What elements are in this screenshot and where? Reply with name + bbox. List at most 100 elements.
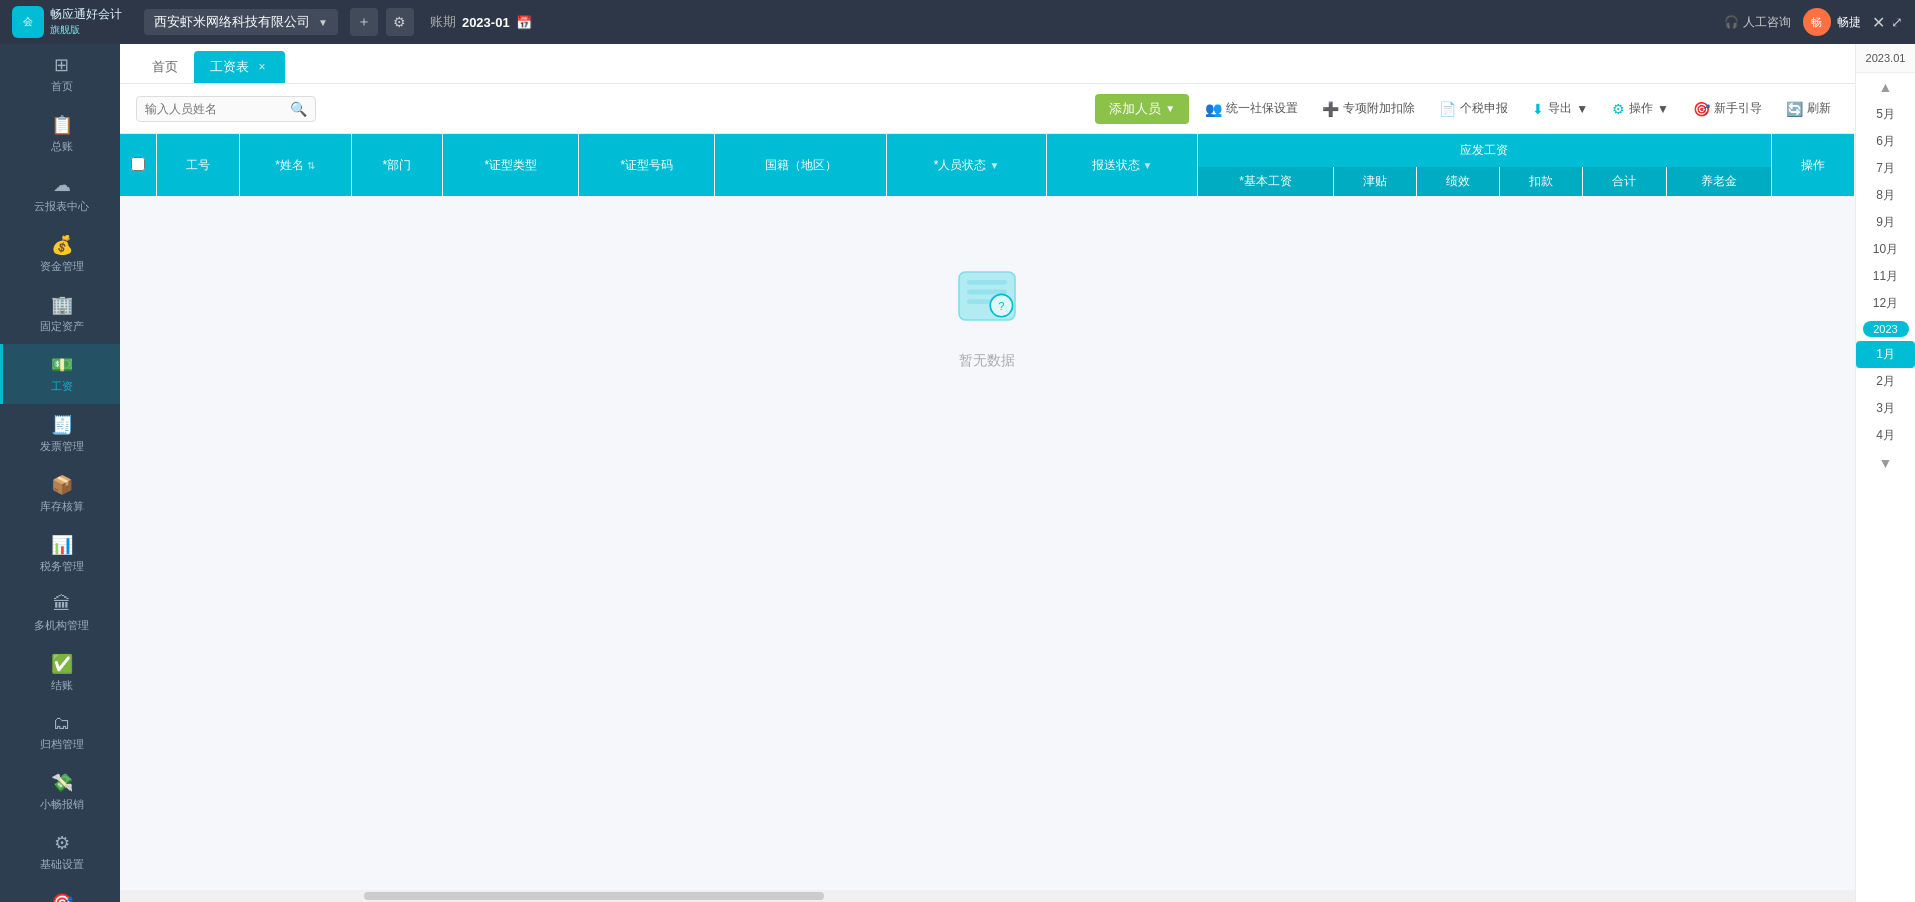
tax-label: 个税申报 [1460,100,1508,117]
sidebar-item-1[interactable]: 📋总账 [0,104,120,164]
tab-bar: 首页 工资表 × [120,44,1855,84]
sidebar-label-2: 云报表中心 [34,199,89,214]
tab-salary-label: 工资表 [210,58,249,76]
sidebar-item-2[interactable]: ☁ 云报表中心 [0,164,120,224]
svg-rect-3 [967,299,991,304]
select-all-checkbox[interactable] [131,157,145,171]
add-person-button[interactable]: 添加人员 ▼ [1095,94,1189,124]
th-status: *人员状态 ▼ [887,134,1047,196]
sidebar-item-6[interactable]: 🧾 发票管理 [0,404,120,464]
salary-table: 工号 *姓名 ⇅ *部门 *证型类型 *证型号码 国籍（地区） [120,134,1855,430]
sidebar-icon-2: ☁ [53,174,71,196]
month-2023-4[interactable]: 4月 [1856,422,1915,449]
tab-salary-close[interactable]: × [255,60,269,74]
tab-salary[interactable]: 工资表 × [194,51,285,83]
sidebar-item-9[interactable]: 🏛多机构管理 [0,584,120,643]
window-close-btn[interactable]: ✕ [1872,13,1885,32]
deduction-label: 专项附加扣除 [1343,100,1415,117]
bottom-scrollbar[interactable] [120,890,1855,902]
sidebar-item-3[interactable]: 💰资金管理 [0,224,120,284]
export-btn[interactable]: ⬇ 导出 ▼ [1524,96,1596,121]
sidebar-label-9: 多机构管理 [34,618,89,633]
support-button[interactable]: 🎧 人工咨询 [1724,14,1791,31]
op-icon: ⚙ [1612,101,1625,117]
sidebar-icon-13: ⚙ [54,832,70,854]
sidebar-item-0[interactable]: ⊞首页 [0,44,120,104]
th-checkbox [120,134,156,196]
sidebar-icon-12: 💸 [51,772,73,794]
submit-filter-icon[interactable]: ▼ [1143,160,1153,171]
tab-home[interactable]: 首页 [136,51,194,83]
company-selector[interactable]: 西安虾米网络科技有限公司 ▼ [144,9,338,35]
sidebar-item-4[interactable]: 🏢固定资产 [0,284,120,344]
op-arrow: ▼ [1657,102,1669,116]
month-nav-up[interactable]: ▲ [1872,77,1900,97]
sidebar-item-13[interactable]: ⚙基础设置 [0,822,120,882]
th-idno: *证型号码 [579,134,715,196]
period-calendar-icon[interactable]: 📅 [516,15,532,30]
sidebar-item-10[interactable]: ✅结账 [0,643,120,703]
scrollbar-thumb[interactable] [364,892,824,900]
sidebar-item-11[interactable]: 🗂归档管理 [0,703,120,762]
search-icon[interactable]: 🔍 [290,101,307,117]
name-sort-icon[interactable]: ⇅ [307,160,315,171]
th-dept: *部门 [351,134,443,196]
th-status-label: *人员状态 [934,157,987,174]
month-2023-3[interactable]: 3月 [1856,395,1915,422]
logo-area: 会 畅应通好会计 旗舰版 [12,6,132,38]
th-total: 合计 [1583,167,1666,196]
sidebar-icon-7: 📦 [51,474,73,496]
month-2022-7[interactable]: 7月 [1856,155,1915,182]
add-button[interactable]: ＋ [350,8,378,36]
month-2022-5[interactable]: 5月 [1856,101,1915,128]
th-name-label: *姓名 [275,157,304,174]
sidebar-item-12[interactable]: 💸小畅报销 [0,762,120,822]
month-2023-2[interactable]: 2月 [1856,368,1915,395]
sidebar-item-14[interactable]: 🎯新手引导 [0,882,120,902]
special-deduction-btn[interactable]: ➕ 专项附加扣除 [1314,96,1423,121]
sidebar-label-1: 总账 [51,139,73,154]
period-label: 账期 [430,13,456,31]
search-input[interactable] [145,102,284,116]
month-2022-9[interactable]: 9月 [1856,209,1915,236]
guide-btn[interactable]: 🎯 新手引导 [1685,96,1770,121]
th-nationality: 国籍（地区） [715,134,887,196]
month-nav-down[interactable]: ▼ [1872,453,1900,473]
main-layout: ⊞首页📋总账 ☁ 云报表中心 💰资金管理🏢固定资产💵工资 🧾 发票管理 📦 库存核算 📊税务管理… [0,44,1915,902]
th-deduction: 扣款 [1500,167,1583,196]
guide-icon: 🎯 [1693,101,1710,117]
table-wrap: 工号 *姓名 ⇅ *部门 *证型类型 *证型号码 国籍（地区） [120,134,1855,890]
month-2022-8[interactable]: 8月 [1856,182,1915,209]
th-submit-label: 报送状态 [1092,157,1140,174]
period-value: 2023-01 [462,15,510,30]
sidebar-label-6: 发票管理 [40,439,84,454]
tax-report-btn[interactable]: 📄 个税申报 [1431,96,1516,121]
status-filter-icon[interactable]: ▼ [989,160,999,171]
sidebar-item-7[interactable]: 📦 库存核算 [0,464,120,524]
search-wrap: 🔍 [136,96,316,122]
month-2022-10[interactable]: 10月 [1856,236,1915,263]
add-person-arrow: ▼ [1165,103,1175,114]
year-2023-badge: 2023 [1863,321,1909,337]
sidebar-icon-6: 🧾 [51,414,73,436]
sidebar-label-4: 固定资产 [40,319,84,334]
logo-text: 畅应通好会计 旗舰版 [50,7,122,37]
guide-label: 新手引导 [1714,100,1762,117]
month-2022-11[interactable]: 11月 [1856,263,1915,290]
month-2023-1[interactable]: 1月 [1856,341,1915,368]
refresh-btn[interactable]: 🔄 刷新 [1778,96,1839,121]
th-jobno: 工号 [156,134,239,196]
month-2022-6[interactable]: 6月 [1856,128,1915,155]
sidebar-label-7: 库存核算 [40,499,84,514]
sidebar-item-8[interactable]: 📊税务管理 [0,524,120,584]
window-maximize-btn[interactable]: ⤢ [1891,14,1903,30]
settings-button[interactable]: ⚙ [386,8,414,36]
social-security-btn[interactable]: 👥 统一社保设置 [1197,96,1306,121]
sidebar-item-5[interactable]: 💵工资 [0,344,120,404]
refresh-icon: 🔄 [1786,101,1803,117]
refresh-label: 刷新 [1807,100,1831,117]
sidebar-icon-10: ✅ [51,653,73,675]
month-2022-12[interactable]: 12月 [1856,290,1915,317]
sidebar-label-5: 工资 [51,379,73,394]
operation-btn[interactable]: ⚙ 操作 ▼ [1604,96,1677,121]
